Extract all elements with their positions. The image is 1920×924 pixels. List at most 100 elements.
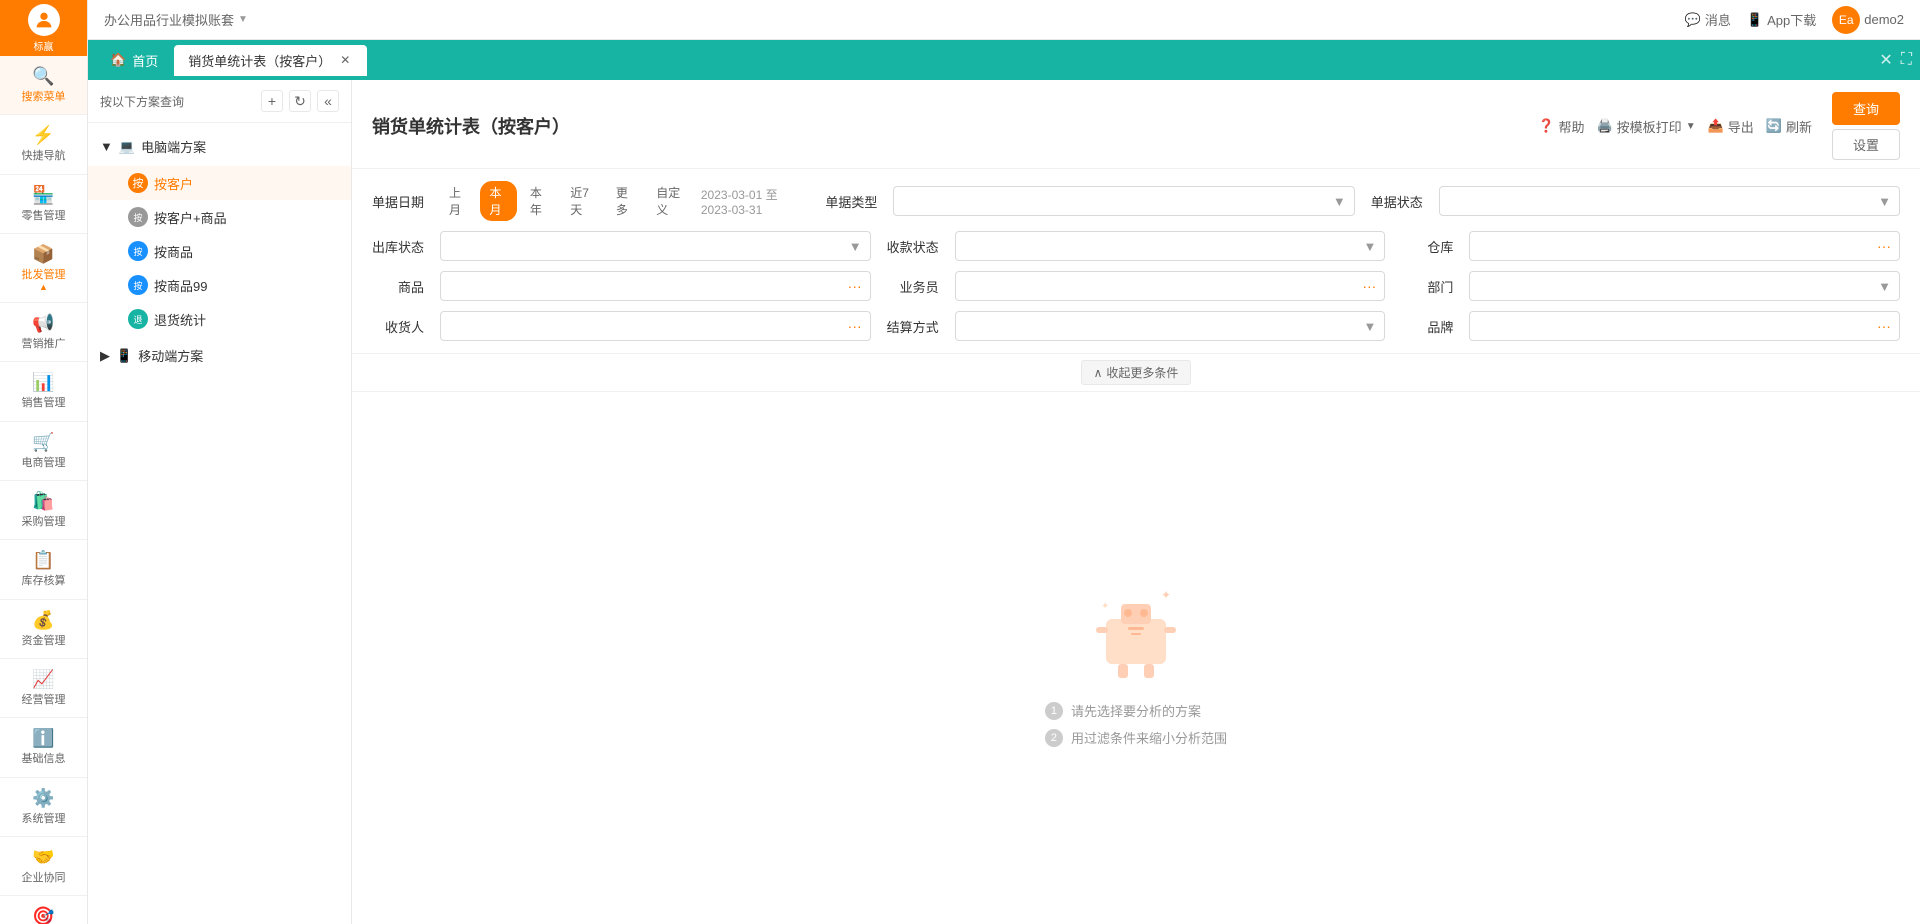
logo[interactable]: 标赢 <box>0 0 87 56</box>
sidebar-item-sales[interactable]: 📊 销售管理 <box>0 362 87 421</box>
staff-ellipsis-icon[interactable]: ··· <box>1362 278 1376 294</box>
export-label: 导出 <box>1728 117 1754 136</box>
date-btn-more[interactable]: 更多 <box>607 181 643 221</box>
date-btn-last-7[interactable]: 近7天 <box>561 181 603 221</box>
date-btn-this-year[interactable]: 本年 <box>521 181 557 221</box>
tab-sales-stats[interactable]: 销货单统计表（按客户） ✕ <box>174 45 367 76</box>
sales-icon: 📊 <box>32 372 54 393</box>
sidebar-item-purchase[interactable]: 🛍️ 采购管理 <box>0 481 87 540</box>
sidebar-item-label: 营销推广 <box>22 337 66 351</box>
sidebar-item-shortcuts[interactable]: ⚡ 快捷导航 <box>0 115 87 174</box>
date-control: 上月 本月 本年 近7天 更多 自定义 2023-03-01 至 2023-03… <box>440 181 809 221</box>
collapse-bar: ∧ 收起更多条件 <box>352 354 1920 392</box>
system-icon: ⚙️ <box>32 788 54 809</box>
tree-item-return-stats-label: 退货统计 <box>154 310 206 329</box>
date-label: 单据日期 <box>372 192 424 211</box>
empty-tip-2-label: 用过滤条件来缩小分析范围 <box>1071 728 1227 747</box>
tree-item-by-goods-99-icon: 按 <box>128 275 148 295</box>
staff-select[interactable]: ··· <box>955 271 1386 301</box>
tree-group-mobile-header[interactable]: ▶ 📱 移动端方案 <box>88 340 351 371</box>
sidebar-item-retail[interactable]: 🏪 零售管理 <box>0 175 87 234</box>
tree-item-by-goods[interactable]: 按 按商品 <box>88 234 351 268</box>
brand-select[interactable]: ··· <box>1469 311 1900 341</box>
tree-item-by-customer-goods[interactable]: 按 按客户+商品 <box>88 200 351 234</box>
refresh-btn[interactable]: 🔄 刷新 <box>1766 117 1812 136</box>
recipient-select[interactable]: ··· <box>440 311 871 341</box>
message-icon: 💬 <box>1685 12 1701 28</box>
warehouse-label: 仓库 <box>1401 237 1453 256</box>
recipient-label: 收货人 <box>372 317 424 336</box>
left-panel: 按以下方案查询 + ↻ « ▼ 💻 电脑端方案 按 <box>88 80 352 924</box>
settings-button[interactable]: 设置 <box>1832 129 1900 160</box>
sidebar-item-newbie[interactable]: 🎯 新手引导 <box>0 896 87 924</box>
tree-item-by-goods-99[interactable]: 按 按商品99 <box>88 268 351 302</box>
warehouse-ellipsis-icon[interactable]: ··· <box>1877 238 1891 254</box>
dropdown-chevron-icon: ▼ <box>238 14 248 25</box>
sidebar-item-finance[interactable]: 💰 资金管理 <box>0 600 87 659</box>
inventory-icon: 📋 <box>32 550 54 571</box>
tab-maximize-icon[interactable]: ⛶ <box>1901 51 1912 69</box>
sidebar-item-wholesale[interactable]: 📦 批发管理 ▲ <box>0 234 87 303</box>
sidebar-item-operations[interactable]: 📈 经营管理 <box>0 659 87 718</box>
sidebar-item-enterprise[interactable]: 🤝 企业协同 <box>0 837 87 896</box>
doc-status-label: 单据状态 <box>1371 192 1423 211</box>
user-profile-btn[interactable]: Ea demo2 <box>1832 6 1904 34</box>
sidebar-item-marketing[interactable]: 📢 营销推广 <box>0 303 87 362</box>
out-status-select[interactable]: ▼ <box>440 231 871 261</box>
refresh-scheme-btn[interactable]: ↻ <box>289 90 311 112</box>
collapse-panel-btn[interactable]: « <box>317 90 339 112</box>
sidebar-item-inventory[interactable]: 📋 库存核算 <box>0 540 87 599</box>
industry-selector[interactable]: 办公用品行业模拟账套 ▼ <box>104 10 248 29</box>
payment-status-select[interactable]: ▼ <box>955 231 1386 261</box>
warehouse-select[interactable]: ··· <box>1469 231 1900 261</box>
enterprise-icon: 🤝 <box>32 847 54 868</box>
sidebar-item-label: 库存核算 <box>22 574 66 588</box>
sidebar-item-basic[interactable]: ℹ️ 基础信息 <box>0 718 87 777</box>
tab-close-window-icon[interactable]: ✕ <box>1879 50 1892 70</box>
sidebar-item-system[interactable]: ⚙️ 系统管理 <box>0 778 87 837</box>
empty-state: ✦ ✦ 1 请先选择要分析的方案 2 用过滤条件来缩小分析范围 <box>352 392 1920 924</box>
tree-group-desktop-icon: 💻 <box>119 139 135 155</box>
dept-label: 部门 <box>1401 277 1453 296</box>
template-print-arrow-icon: ▼ <box>1686 121 1696 132</box>
tree-desktop-items: 按 按客户 按 按客户+商品 按 按商品 按 按 <box>88 162 351 340</box>
topbar-right: 💬 消息 📱 App下载 Ea demo2 <box>1685 6 1904 34</box>
tree-item-return-stats[interactable]: 退 退货统计 <box>88 302 351 336</box>
app-download-label: App下载 <box>1767 10 1816 29</box>
sidebar-item-label: 快捷导航 <box>22 149 66 163</box>
template-print-btn[interactable]: 🖨️ 按模板打印 ▼ <box>1596 117 1695 136</box>
topbar: 办公用品行业模拟账套 ▼ 💬 消息 📱 App下载 Ea demo2 <box>88 0 1920 40</box>
doc-status-select[interactable]: ▼ <box>1439 186 1900 216</box>
tab-close-icon[interactable]: ✕ <box>337 52 353 68</box>
recipient-ellipsis-icon[interactable]: ··· <box>848 318 862 334</box>
message-label: 消息 <box>1705 10 1731 29</box>
tree-group-desktop-header[interactable]: ▼ 💻 电脑端方案 <box>88 131 351 162</box>
dept-select[interactable]: ▼ <box>1469 271 1900 301</box>
payment-method-select[interactable]: ▼ <box>955 311 1386 341</box>
sidebar-item-label: 零售管理 <box>22 209 66 223</box>
date-btn-last-month[interactable]: 上月 <box>440 181 476 221</box>
refresh-icon: 🔄 <box>1766 118 1782 134</box>
goods-ellipsis-icon[interactable]: ··· <box>848 278 862 294</box>
tab-home[interactable]: 🏠 首页 <box>96 45 172 76</box>
export-btn[interactable]: 📤 导出 <box>1708 117 1754 136</box>
sidebar-item-ecommerce[interactable]: 🛒 电商管理 <box>0 422 87 481</box>
date-btn-this-month[interactable]: 本月 <box>480 181 516 221</box>
sidebar-item-search[interactable]: 🔍 搜索菜单 <box>0 56 87 115</box>
payment-method-label: 结算方式 <box>887 317 939 336</box>
query-button[interactable]: 查询 <box>1832 92 1900 125</box>
goods-select[interactable]: ··· <box>440 271 871 301</box>
app-download-btn[interactable]: 📱 App下载 <box>1747 10 1816 29</box>
date-btn-custom[interactable]: 自定义 <box>647 181 693 221</box>
sidebar-item-label: 搜索菜单 <box>22 90 66 104</box>
collapse-chevron-icon: ∧ <box>1094 366 1103 380</box>
message-btn[interactable]: 💬 消息 <box>1685 10 1731 29</box>
add-scheme-btn[interactable]: + <box>261 90 283 112</box>
tree-item-by-customer[interactable]: 按 按客户 <box>88 166 351 200</box>
help-btn[interactable]: ❓ 帮助 <box>1538 117 1584 136</box>
collapse-more-btn[interactable]: ∧ 收起更多条件 <box>1081 360 1192 385</box>
tabbar: 🏠 首页 销货单统计表（按客户） ✕ ✕ ⛶ <box>88 40 1920 80</box>
doc-type-select[interactable]: ▼ <box>893 186 1354 216</box>
brand-ellipsis-icon[interactable]: ··· <box>1877 318 1891 334</box>
filter-row-3: 商品 ··· 业务员 ··· 部门 ▼ <box>372 271 1900 301</box>
